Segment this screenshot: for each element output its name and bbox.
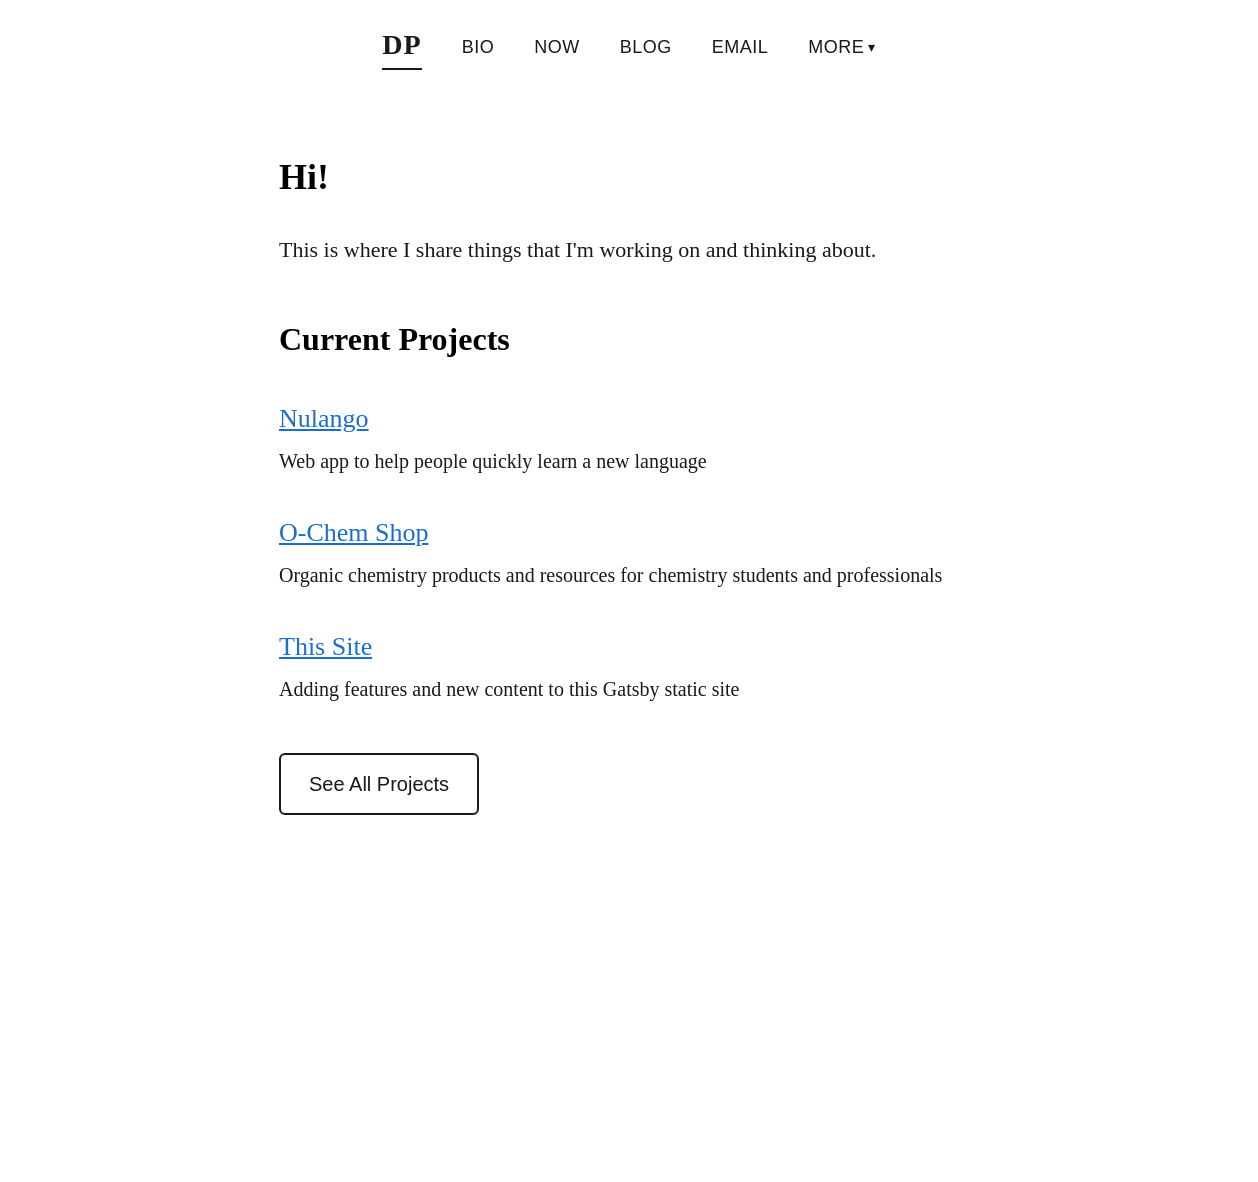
project-desc-this-site: Adding features and new content to this …	[279, 674, 979, 705]
nav-link-blog[interactable]: BLOG	[620, 34, 672, 61]
project-link-this-site[interactable]: This Site	[279, 627, 372, 666]
nav-link-email[interactable]: EMAIL	[712, 34, 769, 61]
main-nav: DP BIO NOW BLOG EMAIL MORE ▾	[0, 0, 1258, 90]
project-link-ochem[interactable]: O-Chem Shop	[279, 513, 429, 552]
project-item-nulango: Nulango Web app to help people quickly l…	[279, 399, 979, 477]
greeting-heading: Hi!	[279, 150, 979, 204]
intro-paragraph: This is where I share things that I'm wo…	[279, 232, 979, 267]
nav-link-more[interactable]: MORE ▾	[808, 34, 876, 61]
nav-link-now[interactable]: NOW	[534, 34, 580, 61]
projects-section-title: Current Projects	[279, 315, 979, 363]
nav-link-bio[interactable]: BIO	[462, 34, 495, 61]
project-link-nulango[interactable]: Nulango	[279, 399, 369, 438]
project-desc-ochem: Organic chemistry products and resources…	[279, 560, 979, 591]
nav-logo[interactable]: DP	[382, 24, 421, 70]
main-content: Hi! This is where I share things that I'…	[239, 90, 1019, 875]
project-item-this-site: This Site Adding features and new conten…	[279, 627, 979, 705]
nav-more-label: MORE	[808, 34, 864, 61]
chevron-down-icon: ▾	[868, 37, 876, 58]
project-item-ochem: O-Chem Shop Organic chemistry products a…	[279, 513, 979, 591]
project-desc-nulango: Web app to help people quickly learn a n…	[279, 446, 979, 477]
see-all-projects-button[interactable]: See All Projects	[279, 753, 479, 815]
project-list: Nulango Web app to help people quickly l…	[279, 399, 979, 741]
